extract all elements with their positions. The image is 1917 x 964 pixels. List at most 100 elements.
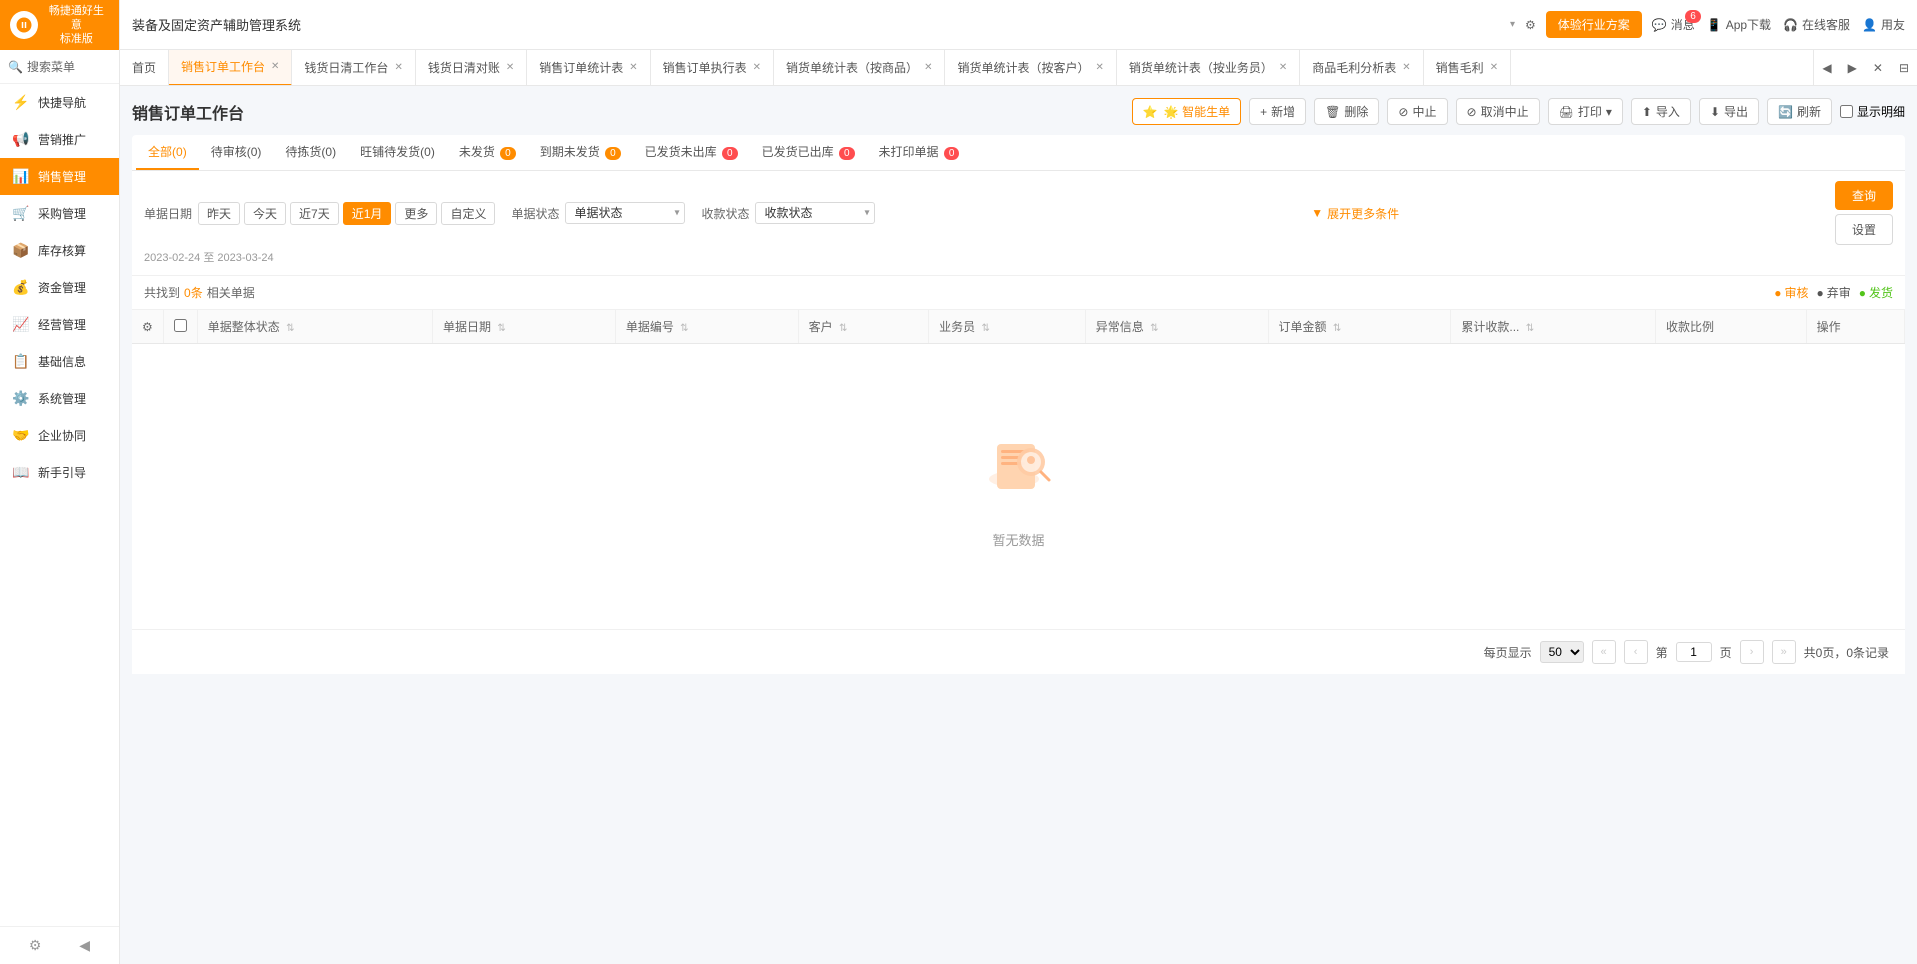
col-checkbox[interactable] (163, 310, 197, 344)
col-amount[interactable]: 订单金额 ⇅ (1268, 310, 1451, 344)
tab-close-sales-exec[interactable]: ✕ (753, 62, 761, 73)
user-area[interactable]: 👤 用友 (1862, 16, 1905, 33)
payment-select[interactable]: 收款状态 (755, 202, 875, 224)
add-btn[interactable]: + 新增 (1249, 98, 1306, 125)
search-menu[interactable]: 🔍 搜索菜单 (0, 50, 119, 84)
sidebar-item-guide[interactable]: 📖 新手引导 (0, 454, 119, 491)
export-btn[interactable]: ⬇ 导出 (1699, 98, 1759, 125)
tab-sales-exec[interactable]: 销售订单执行表 ✕ (651, 50, 774, 86)
show-detail-checkbox[interactable] (1840, 105, 1853, 118)
date-btn-custom[interactable]: 自定义 (441, 202, 495, 225)
sub-tab-wangpu[interactable]: 旺铺待发货(0) (348, 135, 447, 170)
import-btn[interactable]: ⬆ 导入 (1631, 98, 1691, 125)
tab-close-sales-summary-customer[interactable]: ✕ (1095, 62, 1103, 73)
sidebar-item-inventory[interactable]: 📦 库存核算 (0, 232, 119, 269)
tab-scroll-right[interactable]: ▶ (1840, 50, 1865, 86)
tab-close-cash-daily[interactable]: ✕ (394, 62, 402, 73)
col-customer[interactable]: 客户 ⇅ (798, 310, 928, 344)
col-exception[interactable]: 异常信息 ⇅ (1085, 310, 1268, 344)
tab-sales-workbench[interactable]: 销售订单工作台 ✕ (169, 50, 292, 86)
date-btn-1month[interactable]: 近1月 (343, 202, 392, 225)
tab-product-margin[interactable]: 商品毛利分析表 ✕ (1300, 50, 1423, 86)
date-btn-yesterday[interactable]: 昨天 (198, 202, 240, 225)
sub-tab-pending-inspect[interactable]: 待拣货(0) (273, 135, 348, 170)
tab-sales-summary-customer[interactable]: 销货单统计表（按客户） ✕ (945, 50, 1116, 86)
current-page-input[interactable] (1676, 642, 1712, 662)
tab-close-sales-summary-staff[interactable]: ✕ (1279, 62, 1287, 73)
date-btn-today[interactable]: 今天 (244, 202, 286, 225)
app-download-btn[interactable]: 📱 App下载 (1707, 16, 1771, 33)
status-select[interactable]: 单据状态 (565, 202, 685, 224)
query-btn[interactable]: 查询 (1835, 181, 1893, 210)
tab-menu[interactable]: ⊟ (1891, 50, 1917, 86)
filter-settings-btn[interactable]: 设置 (1835, 214, 1893, 245)
sidebar-item-enterprise[interactable]: 🤝 企业协同 (0, 417, 119, 454)
tab-cash-daily[interactable]: 钱货日清工作台 ✕ (292, 50, 415, 86)
tab-close-sales-summary-product[interactable]: ✕ (924, 62, 932, 73)
show-detail-label[interactable]: 显示明细 (1840, 103, 1905, 120)
last-page-btn[interactable]: » (1772, 640, 1796, 664)
tab-close-sales-workbench[interactable]: ✕ (271, 61, 279, 72)
tab-bar: 首页 销售订单工作台 ✕ 钱货日清工作台 ✕ 钱货日清对账 ✕ 销售订单统计表 … (120, 50, 1917, 86)
ship-btn[interactable]: ● 发货 (1859, 284, 1893, 301)
cancel-review-btn[interactable]: ● 弃审 (1816, 284, 1850, 301)
tab-close-product-margin[interactable]: ✕ (1402, 62, 1410, 73)
tab-sales-more[interactable]: 销售毛利 ✕ (1424, 50, 1511, 86)
tab-home[interactable]: 首页 (120, 50, 169, 86)
col-collected[interactable]: 累计收款... ⇅ (1451, 310, 1656, 344)
cancel-stop-btn[interactable]: ⊘ 取消中止 (1456, 98, 1540, 125)
tab-cash-reconcile[interactable]: 钱货日清对账 ✕ (416, 50, 527, 86)
sidebar-item-system[interactable]: ⚙️ 系统管理 (0, 380, 119, 417)
select-all-checkbox[interactable] (174, 319, 187, 332)
sidebar-item-marketing[interactable]: 📢 营销推广 (0, 121, 119, 158)
print-btn[interactable]: 🖨 打印 ▾ (1548, 98, 1623, 125)
sidebar-item-sales[interactable]: 📊 销售管理 (0, 158, 119, 195)
sub-tab-shipped-out[interactable]: 已发货已出库 0 (750, 135, 867, 170)
tab-close-sales-more[interactable]: ✕ (1490, 62, 1498, 73)
page-size-select[interactable]: 50 (1540, 641, 1584, 663)
tab-sales-summary-product[interactable]: 销货单统计表（按商品） ✕ (774, 50, 945, 86)
overdue-badge: 0 (605, 147, 621, 160)
tab-close-sales-stats[interactable]: ✕ (629, 62, 637, 73)
refresh-btn[interactable]: 🔄 刷新 (1767, 98, 1832, 125)
col-status[interactable]: 单据整体状态 ⇅ (197, 310, 432, 344)
sub-tab-overdue-unshipped[interactable]: 到期未发货 0 (528, 135, 633, 170)
smart-btn[interactable]: ⭐ 🌟 智能生单 (1132, 98, 1241, 125)
tab-close-all[interactable]: ✕ (1865, 50, 1891, 86)
sidebar-item-finance[interactable]: 💰 资金管理 (0, 269, 119, 306)
next-page-btn[interactable]: › (1740, 640, 1764, 664)
gear-icon: ⚙️ (12, 390, 30, 407)
stop-btn[interactable]: ⊘ 中止 (1387, 98, 1447, 125)
date-btn-more[interactable]: 更多 (395, 202, 437, 225)
sub-tab-all[interactable]: 全部(0) (136, 135, 199, 170)
date-btn-7days[interactable]: 近7天 (290, 202, 339, 225)
industry-btn[interactable]: 体验行业方案 (1546, 11, 1642, 38)
col-number[interactable]: 单据编号 ⇅ (615, 310, 798, 344)
settings-icon[interactable]: ⚙ (1525, 18, 1536, 32)
sub-tab-unprinted[interactable]: 未打印单据 0 (867, 135, 972, 170)
sub-tab-pending-review[interactable]: 待审核(0) (199, 135, 274, 170)
tab-sales-summary-staff[interactable]: 销货单统计表（按业务员） ✕ (1117, 50, 1300, 86)
sub-tab-shipped-not-out[interactable]: 已发货未出库 0 (633, 135, 750, 170)
sidebar-item-basic[interactable]: 📋 基础信息 (0, 343, 119, 380)
collapse-icon[interactable]: ◀ (79, 937, 90, 954)
sidebar-item-quick-nav[interactable]: ⚡ 快捷导航 (0, 84, 119, 121)
sidebar-item-purchase[interactable]: 🛒 采购管理 (0, 195, 119, 232)
prev-page-btn[interactable]: ‹ (1624, 640, 1648, 664)
message-btn[interactable]: 💬 消息 6 (1652, 16, 1695, 33)
dropdown-icon[interactable]: ▾ (1510, 19, 1515, 30)
online-service-btn[interactable]: 🎧 在线客服 (1783, 16, 1850, 33)
col-date[interactable]: 单据日期 ⇅ (432, 310, 615, 344)
review-btn[interactable]: ● 审核 (1774, 284, 1808, 301)
settings-icon[interactable]: ⚙ (29, 937, 42, 954)
sub-tab-unshipped[interactable]: 未发货 0 (447, 135, 528, 170)
tab-close-cash-reconcile[interactable]: ✕ (506, 62, 514, 73)
col-salesperson[interactable]: 业务员 ⇅ (929, 310, 1086, 344)
sidebar-item-operation[interactable]: 📈 经营管理 (0, 306, 119, 343)
tab-sales-stats[interactable]: 销售订单统计表 ✕ (527, 50, 650, 86)
expand-btn[interactable]: ▼ 展开更多条件 (1311, 205, 1399, 222)
first-page-btn[interactable]: « (1592, 640, 1616, 664)
table-scroll[interactable]: ⚙ 单据整体状态 ⇅ 单据日期 ⇅ (132, 310, 1905, 344)
tab-scroll-left[interactable]: ◀ (1814, 50, 1839, 86)
delete-btn[interactable]: 🗑 删除 (1314, 98, 1379, 125)
